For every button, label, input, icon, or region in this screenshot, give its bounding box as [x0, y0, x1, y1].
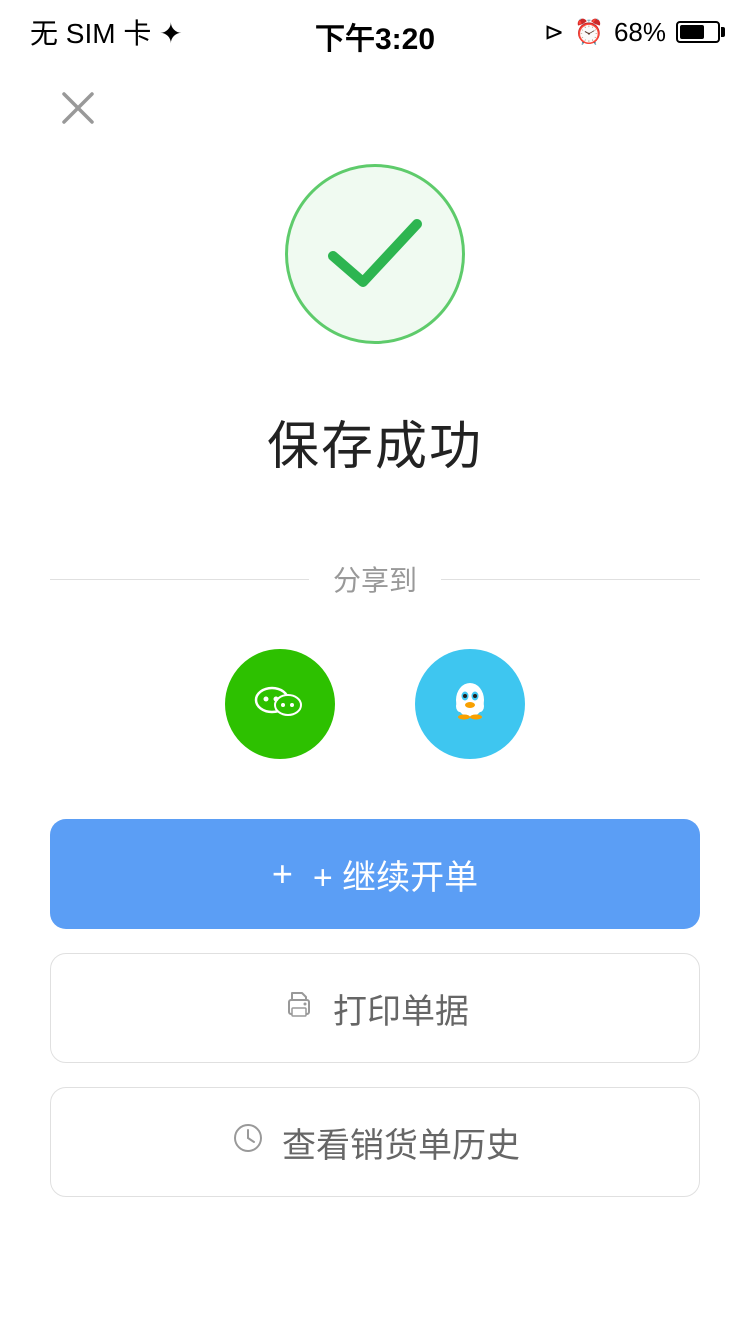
- location-icon: ⊳: [544, 18, 564, 47]
- plus-icon: +: [272, 853, 293, 895]
- status-left: 无 SIM 卡 ✦: [30, 12, 183, 52]
- print-icon: [281, 986, 317, 1031]
- history-button[interactable]: 查看销货单历史: [50, 1087, 700, 1197]
- continue-label: + 继续开单: [313, 850, 478, 899]
- qq-share-button[interactable]: [415, 649, 525, 759]
- wechat-icon: [248, 672, 312, 736]
- battery-icon: [676, 21, 720, 43]
- continue-button[interactable]: + + 继续开单: [50, 819, 700, 929]
- sim-status: 无 SIM 卡 ✦: [30, 12, 183, 52]
- success-circle: [285, 164, 465, 344]
- checkmark-icon: [325, 214, 425, 294]
- status-right: ⊳ ⏰ 68%: [544, 17, 720, 48]
- status-time: 下午3:20: [315, 14, 435, 58]
- main-content: 保存成功 分享到: [0, 64, 750, 1197]
- print-label: 打印单据: [333, 984, 469, 1033]
- share-section: 分享到: [0, 559, 750, 759]
- qq-icon: [438, 672, 502, 736]
- close-button[interactable]: [50, 80, 106, 136]
- print-button[interactable]: 打印单据: [50, 953, 700, 1063]
- close-icon: [60, 90, 96, 126]
- action-buttons: + + 继续开单 打印单据 查看销货单: [0, 819, 750, 1197]
- clock-icon: [230, 1120, 266, 1165]
- alarm-icon: ⏰: [574, 18, 604, 47]
- success-title: 保存成功: [267, 404, 483, 479]
- history-label: 查看销货单历史: [282, 1118, 520, 1167]
- wechat-share-button[interactable]: [225, 649, 335, 759]
- battery-percent: 68%: [614, 17, 666, 48]
- share-icons: [50, 649, 700, 759]
- share-divider: 分享到: [50, 559, 700, 599]
- share-label: 分享到: [333, 559, 417, 599]
- status-bar: 无 SIM 卡 ✦ 下午3:20 ⊳ ⏰ 68%: [0, 0, 750, 64]
